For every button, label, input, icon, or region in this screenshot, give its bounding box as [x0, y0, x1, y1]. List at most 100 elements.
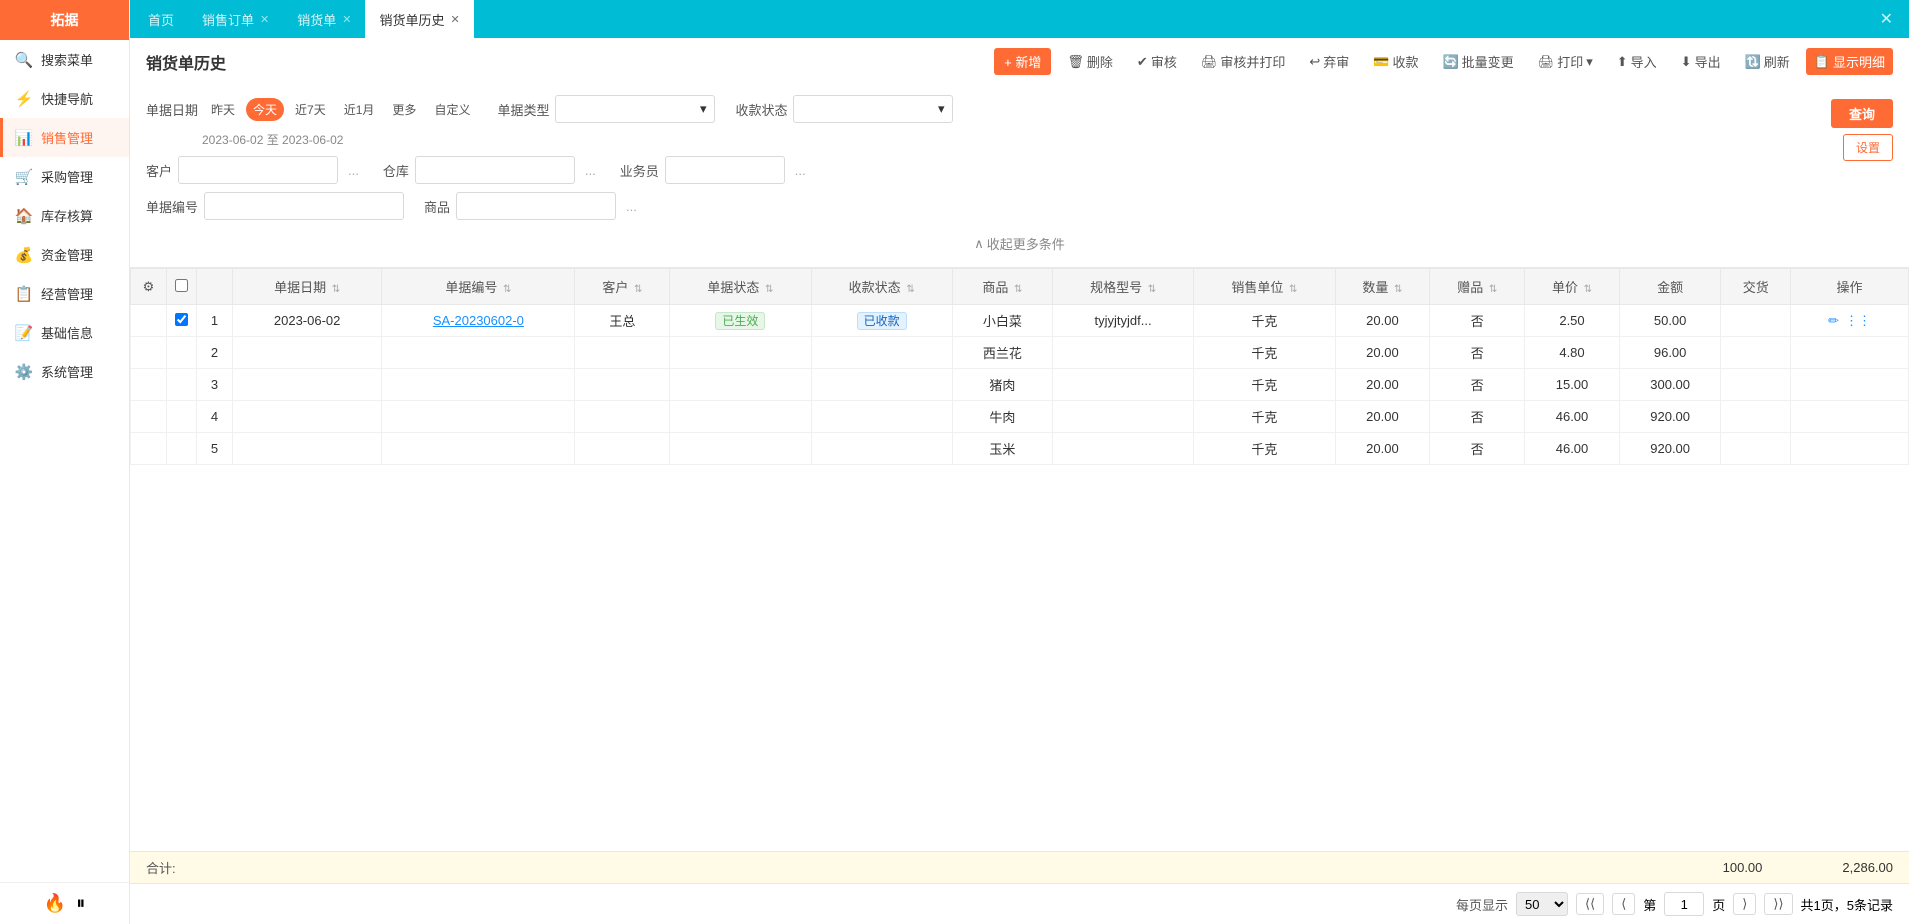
sort-payment-status[interactable]: ⇅: [906, 284, 914, 295]
per-page-select[interactable]: 50 100 200: [1516, 892, 1568, 916]
doc-no-input[interactable]: [204, 192, 404, 220]
row-check[interactable]: [167, 369, 197, 401]
next-page-button[interactable]: ⟩: [1733, 893, 1756, 915]
row-doc-no[interactable]: [382, 369, 575, 401]
delete-button[interactable]: 🗑 删除: [1059, 48, 1121, 75]
sidebar-item-sys-mgmt[interactable]: ⚙️ 系统管理: [0, 352, 129, 391]
more-actions-icon[interactable]: ⋮⋮: [1845, 313, 1871, 328]
row-customer: [575, 433, 670, 465]
sort-doc-no[interactable]: ⇅: [503, 284, 511, 295]
custom-btn[interactable]: 自定义: [427, 98, 477, 121]
last-page-button[interactable]: ⟩⟩: [1764, 893, 1792, 915]
sort-unit-price[interactable]: ⇅: [1584, 284, 1592, 295]
week-btn[interactable]: 近7天: [288, 98, 333, 121]
audit-button[interactable]: ✔ 审核: [1129, 48, 1185, 75]
pause-icon[interactable]: ⏸: [76, 893, 85, 914]
filter-row-2: 客户 ... 仓库 ... 业务员 ...: [146, 156, 1819, 184]
fire-icon[interactable]: 🔥: [44, 893, 66, 914]
row-doc-no[interactable]: [382, 401, 575, 433]
content-area: 销货单历史 + 新增 🗑 删除 ✔ 审核 🖨 审核并打印 ↩: [130, 38, 1909, 924]
col-spec[interactable]: 规格型号 ⇅: [1052, 269, 1193, 305]
today-btn[interactable]: 今天: [246, 98, 284, 121]
row-doc-no[interactable]: [382, 433, 575, 465]
sort-customer[interactable]: ⇅: [634, 284, 642, 295]
col-doc-status[interactable]: 单据状态 ⇅: [670, 269, 811, 305]
sidebar-item-search-menu[interactable]: 🔍 搜索菜单: [0, 40, 129, 79]
row-doc-no[interactable]: [382, 337, 575, 369]
tab-home[interactable]: 首页: [134, 0, 188, 38]
row-check[interactable]: [167, 401, 197, 433]
tab-sales-order[interactable]: 销售订单 ✕: [188, 0, 283, 38]
prev-page-button[interactable]: ⟨: [1612, 893, 1635, 915]
collect-button[interactable]: 💳 收款: [1365, 48, 1426, 75]
close-all-tabs-button[interactable]: ✕: [1868, 9, 1905, 29]
col-customer[interactable]: 客户 ⇅: [575, 269, 670, 305]
sort-doc-status[interactable]: ⇅: [765, 284, 773, 295]
col-gift[interactable]: 赠品 ⇅: [1430, 269, 1525, 305]
tab-sales-invoice[interactable]: 销货单 ✕: [283, 0, 365, 38]
sort-qty[interactable]: ⇅: [1394, 284, 1402, 295]
col-sales-unit[interactable]: 销售单位 ⇅: [1194, 269, 1335, 305]
warehouse-input[interactable]: [415, 156, 575, 184]
batch-change-button[interactable]: 🔄 批量变更: [1434, 48, 1521, 75]
main-area: 首页 销售订单 ✕ 销货单 ✕ 销货单历史 ✕ ✕ 销货单历史 + 新增 🗑: [130, 0, 1909, 924]
col-settings[interactable]: ⚙: [131, 269, 167, 305]
sidebar-item-finance[interactable]: 💰 资金管理: [0, 235, 129, 274]
row-check[interactable]: [167, 305, 197, 337]
col-doc-date[interactable]: 单据日期 ⇅: [233, 269, 382, 305]
salesperson-input[interactable]: [665, 156, 785, 184]
sidebar-item-quick-nav[interactable]: ⚡ 快捷导航: [0, 79, 129, 118]
month-btn[interactable]: 近1月: [337, 98, 382, 121]
tab-sales-history[interactable]: 销货单历史 ✕: [365, 0, 473, 38]
sort-gift[interactable]: ⇅: [1489, 284, 1497, 295]
total-qty: 100.00: [1723, 860, 1763, 875]
salesperson-ellipsis-btn[interactable]: ...: [791, 163, 810, 178]
col-goods[interactable]: 商品 ⇅: [952, 269, 1052, 305]
sort-goods[interactable]: ⇅: [1014, 284, 1022, 295]
close-sales-invoice-tab[interactable]: ✕: [342, 13, 351, 26]
show-detail-button[interactable]: 📋 显示明细: [1806, 48, 1893, 75]
doc-type-select[interactable]: ▾: [555, 95, 715, 123]
set-button[interactable]: 设置: [1843, 134, 1893, 161]
row-unit-price: 46.00: [1525, 401, 1620, 433]
export-button[interactable]: ⬇ 导出: [1673, 48, 1729, 75]
sidebar-item-inventory[interactable]: 🏠 库存核算: [0, 196, 129, 235]
payment-status-select[interactable]: ▾: [793, 95, 953, 123]
sidebar-item-sales-mgmt[interactable]: 📊 销售管理: [0, 118, 129, 157]
select-all-checkbox[interactable]: [175, 279, 188, 292]
col-payment-status[interactable]: 收款状态 ⇅: [811, 269, 952, 305]
sort-doc-date[interactable]: ⇅: [332, 284, 340, 295]
abandon-button[interactable]: ↩ 弃审: [1301, 48, 1357, 75]
sort-sales-unit[interactable]: ⇅: [1289, 284, 1297, 295]
more-btn[interactable]: 更多: [385, 98, 423, 121]
row-doc-no[interactable]: SA-20230602-0: [382, 305, 575, 337]
sidebar-item-purchase-mgmt[interactable]: 🛒 采购管理: [0, 157, 129, 196]
close-sales-order-tab[interactable]: ✕: [260, 13, 269, 26]
query-button[interactable]: 查询: [1831, 99, 1893, 128]
row-check[interactable]: [167, 337, 197, 369]
print-button[interactable]: 🖨 打印 ▾: [1530, 48, 1601, 75]
audit-print-button[interactable]: 🖨 审核并打印: [1193, 48, 1294, 75]
customer-input[interactable]: [178, 156, 338, 184]
sidebar-item-operations[interactable]: 📋 经营管理: [0, 274, 129, 313]
first-page-button[interactable]: ⟨⟨: [1576, 893, 1604, 915]
sort-spec[interactable]: ⇅: [1148, 284, 1156, 295]
collapse-filter-button[interactable]: ∧ 收起更多条件: [966, 232, 1073, 255]
col-doc-no[interactable]: 单据编号 ⇅: [382, 269, 575, 305]
refresh-button[interactable]: 🔃 刷新: [1737, 48, 1798, 75]
new-button[interactable]: + 新增: [994, 48, 1051, 75]
edit-icon[interactable]: ✏: [1828, 313, 1839, 328]
close-sales-history-tab[interactable]: ✕: [451, 13, 460, 26]
customer-ellipsis-btn[interactable]: ...: [344, 163, 363, 178]
goods-ellipsis-btn[interactable]: ...: [622, 199, 641, 214]
yesterday-btn[interactable]: 昨天: [204, 98, 242, 121]
col-qty[interactable]: 数量 ⇅: [1335, 269, 1430, 305]
row-check[interactable]: [167, 433, 197, 465]
col-unit-price[interactable]: 单价 ⇅: [1525, 269, 1620, 305]
sidebar-item-basic-info[interactable]: 📝 基础信息: [0, 313, 129, 352]
sidebar-bottom: 🔥 ⏸: [0, 882, 129, 924]
warehouse-ellipsis-btn[interactable]: ...: [581, 163, 600, 178]
goods-input[interactable]: [456, 192, 616, 220]
page-number-input[interactable]: [1664, 892, 1704, 916]
import-button[interactable]: ⬆ 导入: [1609, 48, 1665, 75]
